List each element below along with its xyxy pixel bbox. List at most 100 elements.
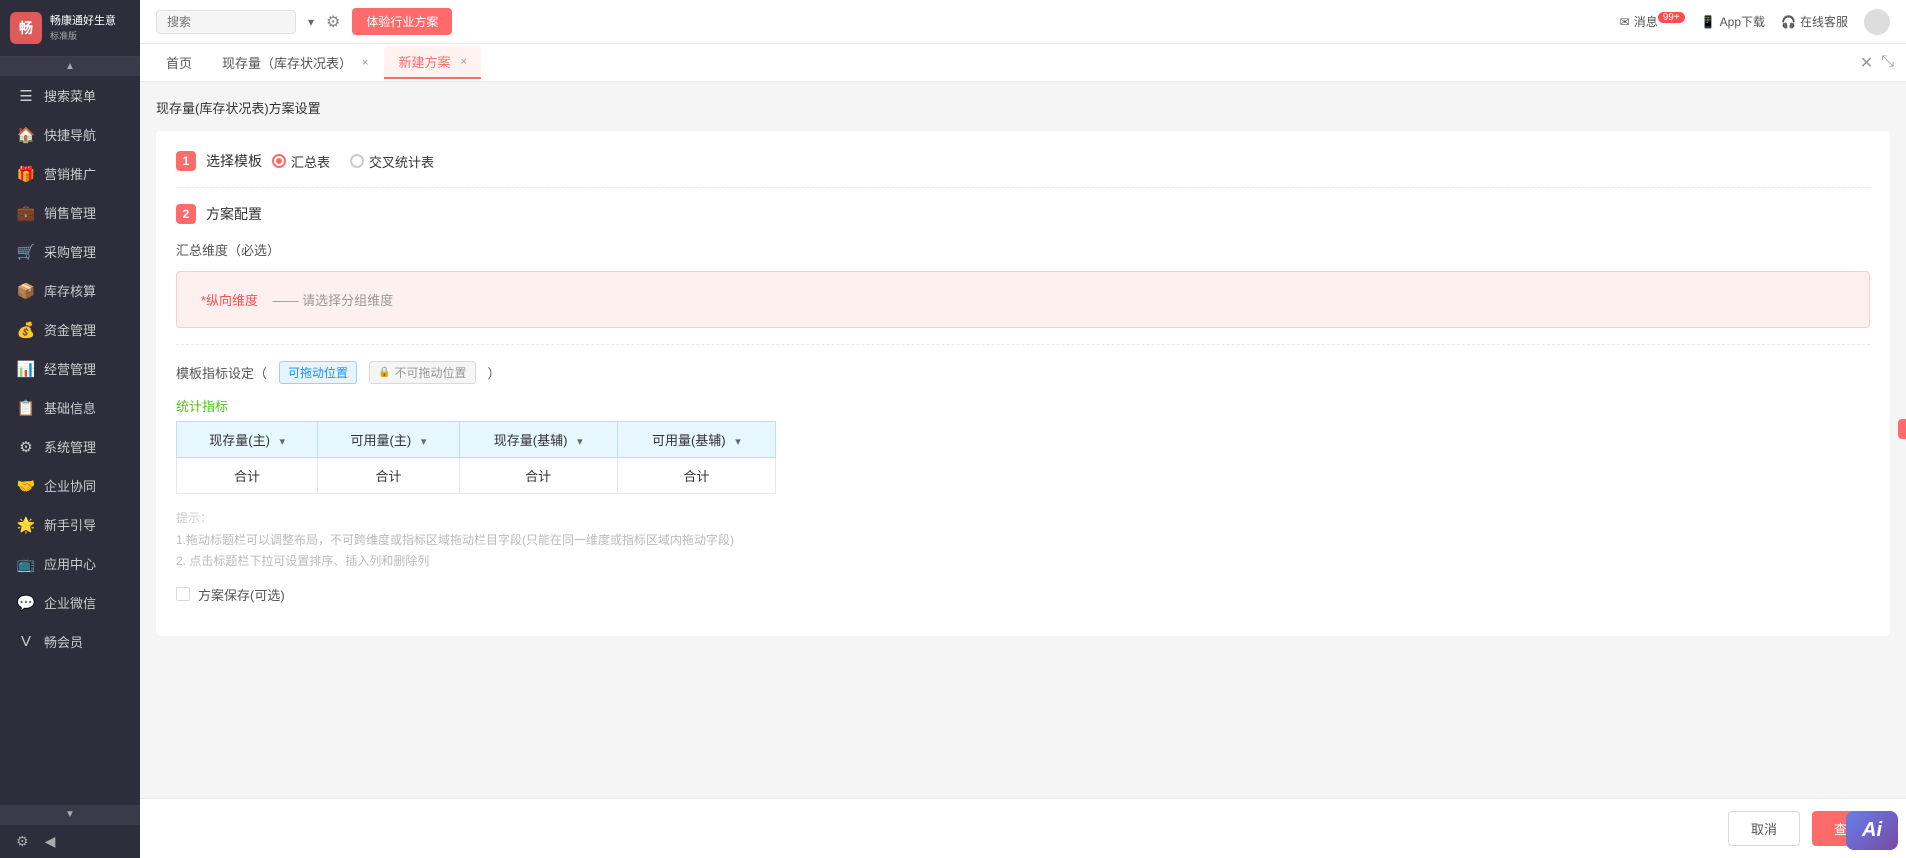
main-area: ▾ ⚙ 体验行业方案 ✉ 消息 99+ 📱 App下载 🎧 在线客服 首页 (140, 0, 1906, 858)
sidebar-item-system[interactable]: ⚙ 系统管理 (0, 427, 140, 466)
tab-new-plan[interactable]: 新建方案 × (384, 46, 480, 79)
sidebar-item-label: 畅会员 (44, 632, 83, 651)
sidebar-item-quicknav[interactable]: 🏠 快捷导航 (0, 115, 140, 154)
draggable-toggle[interactable]: 可拖动位置 (279, 361, 357, 384)
cell-1-4: 合计 (617, 458, 775, 494)
sidebar-item-appcenter[interactable]: 📺 应用中心 (0, 544, 140, 583)
sidebar-item-finance[interactable]: 💰 资金管理 (0, 310, 140, 349)
gift-icon: 🎁 (16, 165, 36, 183)
col-header-4[interactable]: 可用量(基辅) ▾ (617, 422, 775, 458)
close-panel-icon[interactable]: ✕ (1860, 53, 1873, 73)
sidebar-item-search[interactable]: ☰ 搜索菜单 (0, 76, 140, 115)
settings-card: 1 选择模板 汇总表 交叉统计表 2 方案配置 (156, 131, 1890, 636)
sidebar-item-sales[interactable]: 💼 销售管理 (0, 193, 140, 232)
gear-icon[interactable]: ⚙ (326, 12, 340, 32)
app-download-btn[interactable]: 📱 App下载 (1701, 13, 1765, 30)
purchase-icon: 🛒 (16, 243, 36, 261)
sidebar-item-management[interactable]: 📊 经营管理 (0, 349, 140, 388)
template-radio-group: 汇总表 交叉统计表 (272, 152, 434, 171)
finance-icon: 💰 (16, 321, 36, 339)
sidebar-item-purchase[interactable]: 🛒 采购管理 (0, 232, 140, 271)
sales-icon: 💼 (16, 204, 36, 222)
basicinfo-icon: 📋 (16, 399, 36, 417)
radio-cross-circle (350, 154, 364, 168)
home-icon: 🏠 (16, 126, 36, 144)
sidebar-scroll-up[interactable]: ▲ (0, 57, 140, 76)
collapse-icon[interactable]: ◀ (45, 833, 56, 850)
tip2: 2. 点击标题栏下拉可设置排序、插入列和删除列 (176, 551, 1870, 573)
dimension-placeholder: —— 请选择分组维度 (273, 293, 394, 308)
ai-badge[interactable]: Ai (1846, 811, 1898, 850)
table-row: 合计 合计 合计 合计 (177, 458, 776, 494)
sidebar-logo: 畅 畅康通好生意 标准版 (0, 0, 140, 57)
settings-icon[interactable]: ⚙ (16, 833, 29, 850)
inventory-icon: 📦 (16, 282, 36, 300)
right-tab-indicator[interactable] (1898, 419, 1906, 439)
sidebar-item-collab[interactable]: 🤝 企业协同 (0, 466, 140, 505)
message-btn[interactable]: ✉ 消息 99+ (1620, 13, 1685, 30)
topbar-right: ✉ 消息 99+ 📱 App下载 🎧 在线客服 (1620, 9, 1890, 35)
col-header-1[interactable]: 现存量(主) ▾ (177, 422, 318, 458)
section2-title: 方案配置 (206, 204, 262, 224)
tab-new-plan-close[interactable]: × (460, 56, 466, 68)
col-header-2[interactable]: 可用量(主) ▾ (318, 422, 459, 458)
stats-label: 统计指标 (176, 396, 1870, 415)
tab-home[interactable]: 首页 (152, 47, 206, 78)
col4-dropdown-icon[interactable]: ▾ (735, 436, 741, 448)
sidebar-footer: ⚙ ◀ (0, 824, 140, 858)
member-icon: V (16, 633, 36, 650)
sidebar-item-label: 企业协同 (44, 476, 96, 495)
divider1 (176, 187, 1870, 188)
radio-cross[interactable]: 交叉统计表 (350, 152, 434, 171)
tab-inventory-label: 现存量（库存状况表） (222, 53, 352, 72)
sidebar-scroll-down[interactable]: ▼ (0, 805, 140, 824)
sidebar-item-label: 系统管理 (44, 437, 96, 456)
save-checkbox[interactable] (176, 587, 190, 601)
dimension-alert: *纵向维度 —— 请选择分组维度 (176, 271, 1870, 328)
sidebar-item-member[interactable]: V 畅会员 (0, 622, 140, 661)
sidebar-item-wechat[interactable]: 💬 企业微信 (0, 583, 140, 622)
tip-title: 提示： (176, 511, 212, 525)
tab-inventory[interactable]: 现存量（库存状况表） × (208, 47, 382, 78)
search-input[interactable] (156, 10, 296, 34)
dropdown-arrow-icon[interactable]: ▾ (308, 15, 314, 29)
col3-dropdown-icon[interactable]: ▾ (577, 436, 583, 448)
col1-dropdown-icon[interactable]: ▾ (280, 436, 286, 448)
online-service-label: 在线客服 (1800, 13, 1848, 30)
sidebar-item-label: 搜索菜单 (44, 86, 96, 105)
divider2 (176, 344, 1870, 345)
sidebar-nav: ☰ 搜索菜单 🏠 快捷导航 🎁 营销推广 💼 销售管理 🛒 采购管理 📦 库存核… (0, 76, 140, 805)
col-header-3[interactable]: 现存量(基辅) ▾ (459, 422, 617, 458)
collab-icon: 🤝 (16, 477, 36, 495)
app-name: 畅康通好生意 (50, 14, 116, 29)
section1-header: 1 选择模板 汇总表 交叉统计表 (176, 151, 1870, 171)
bottom-bar: 取消 查询 (140, 798, 1906, 858)
cancel-button[interactable]: 取消 (1728, 811, 1800, 846)
sidebar-item-label: 营销推广 (44, 164, 96, 183)
sidebar-item-label: 资金管理 (44, 320, 96, 339)
cell-1-3: 合计 (459, 458, 617, 494)
save-row: 方案保存(可选) (176, 573, 1870, 616)
sidebar-item-inventory[interactable]: 📦 库存核算 (0, 271, 140, 310)
expand-icon[interactable]: ⤡ (1881, 53, 1894, 73)
col2-dropdown-icon[interactable]: ▾ (421, 436, 427, 448)
tab-home-label: 首页 (166, 53, 192, 72)
sidebar-item-basicinfo[interactable]: 📋 基础信息 (0, 388, 140, 427)
online-service-btn[interactable]: 🎧 在线客服 (1781, 13, 1848, 30)
cell-1-1: 合计 (177, 458, 318, 494)
sidebar-item-marketing[interactable]: 🎁 营销推广 (0, 154, 140, 193)
sidebar-item-label: 快捷导航 (44, 125, 96, 144)
trial-btn[interactable]: 体验行业方案 (352, 8, 452, 35)
section2-header: 2 方案配置 (176, 204, 1870, 224)
tab-inventory-close[interactable]: × (362, 57, 368, 69)
message-badge: 99+ (1658, 12, 1685, 23)
sidebar-item-label: 企业微信 (44, 593, 96, 612)
sidebar-item-guide[interactable]: 🌟 新手引导 (0, 505, 140, 544)
app-logo-icon: 畅 (10, 12, 42, 44)
user-avatar[interactable] (1864, 9, 1890, 35)
save-label: 方案保存(可选) (198, 585, 285, 604)
section1-title: 选择模板 (206, 151, 262, 171)
radio-summary[interactable]: 汇总表 (272, 152, 330, 171)
radio-cross-label: 交叉统计表 (369, 152, 434, 171)
appcenter-icon: 📺 (16, 555, 36, 573)
